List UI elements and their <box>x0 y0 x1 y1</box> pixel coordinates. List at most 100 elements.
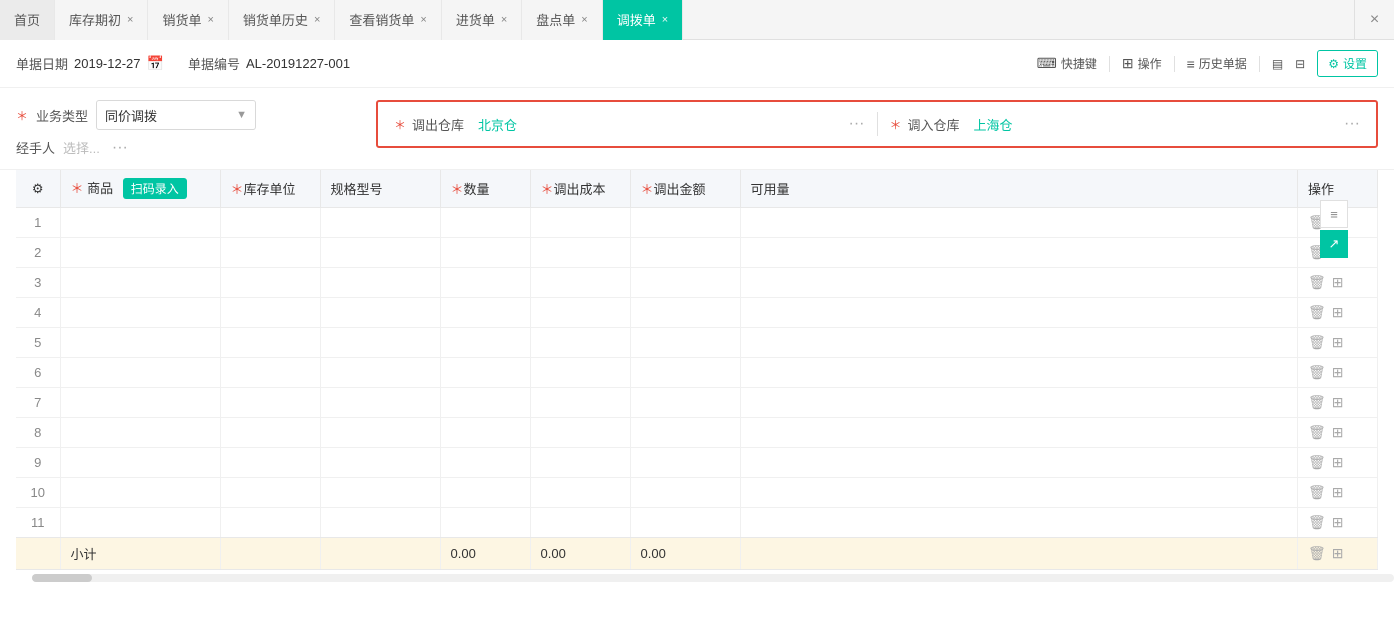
row-spec-4[interactable] <box>320 298 440 328</box>
row-copy-btn-3[interactable]: ⊞ <box>1332 274 1344 291</box>
tab-close-purchase-order[interactable]: × <box>501 14 507 26</box>
row-cost-5[interactable] <box>530 328 630 358</box>
row-product-6[interactable] <box>60 358 220 388</box>
row-qty-4[interactable] <box>440 298 530 328</box>
row-available-3[interactable] <box>740 268 1298 298</box>
tab-inventory-init[interactable]: 库存期初 × <box>55 0 148 40</box>
row-available-2[interactable] <box>740 238 1298 268</box>
shortcut-btn[interactable]: ⌨ 快捷键 <box>1037 55 1097 72</box>
tab-view-sales[interactable]: 查看销货单 × <box>335 0 441 40</box>
row-cost-8[interactable] <box>530 418 630 448</box>
gear-icon[interactable]: ⚙ <box>26 181 50 197</box>
row-cost-3[interactable] <box>530 268 630 298</box>
row-available-8[interactable] <box>740 418 1298 448</box>
row-amount-10[interactable] <box>630 478 740 508</box>
row-spec-7[interactable] <box>320 388 440 418</box>
scroll-track[interactable] <box>16 574 1378 582</box>
row-unit-1[interactable] <box>220 208 320 238</box>
row-qty-11[interactable] <box>440 508 530 538</box>
row-spec-9[interactable] <box>320 448 440 478</box>
layout-btn-2[interactable]: ⊟ <box>1295 57 1305 71</box>
tab-close-inventory-check[interactable]: × <box>581 14 587 26</box>
window-close-button[interactable]: × <box>1354 0 1394 40</box>
row-unit-9[interactable] <box>220 448 320 478</box>
row-qty-9[interactable] <box>440 448 530 478</box>
row-product-3[interactable] <box>60 268 220 298</box>
row-spec-3[interactable] <box>320 268 440 298</box>
row-spec-11[interactable] <box>320 508 440 538</box>
calendar-icon[interactable]: 📅 <box>147 55 164 72</box>
row-amount-9[interactable] <box>630 448 740 478</box>
row-unit-8[interactable] <box>220 418 320 448</box>
row-amount-7[interactable] <box>630 388 740 418</box>
subtotal-copy-btn[interactable]: ⊞ <box>1332 545 1344 562</box>
row-spec-6[interactable] <box>320 358 440 388</box>
row-copy-btn-8[interactable]: ⊞ <box>1332 424 1344 441</box>
row-qty-2[interactable] <box>440 238 530 268</box>
row-spec-2[interactable] <box>320 238 440 268</box>
row-spec-1[interactable] <box>320 208 440 238</box>
tab-home[interactable]: 首页 <box>0 0 55 40</box>
layout-btn-1[interactable]: ▤ <box>1272 57 1283 71</box>
row-amount-8[interactable] <box>630 418 740 448</box>
row-unit-7[interactable] <box>220 388 320 418</box>
person-input[interactable]: 选择... <box>63 138 100 157</box>
tab-purchase-order[interactable]: 进货单 × <box>442 0 522 40</box>
row-cost-6[interactable] <box>530 358 630 388</box>
row-available-1[interactable] <box>740 208 1298 238</box>
row-product-9[interactable] <box>60 448 220 478</box>
row-unit-11[interactable] <box>220 508 320 538</box>
row-cost-11[interactable] <box>530 508 630 538</box>
row-available-4[interactable] <box>740 298 1298 328</box>
tab-sales-order[interactable]: 销货单 × <box>148 0 228 40</box>
row-delete-btn-3[interactable]: 🗑 <box>1308 274 1326 291</box>
row-copy-btn-11[interactable]: ⊞ <box>1332 514 1344 531</box>
row-delete-btn-10[interactable]: 🗑 <box>1308 484 1326 501</box>
row-amount-11[interactable] <box>630 508 740 538</box>
row-amount-3[interactable] <box>630 268 740 298</box>
tab-close-sales-history[interactable]: × <box>314 14 320 26</box>
row-product-1[interactable] <box>60 208 220 238</box>
row-qty-7[interactable] <box>440 388 530 418</box>
row-available-11[interactable] <box>740 508 1298 538</box>
settings-button[interactable]: ⚙ 设置 <box>1317 50 1378 77</box>
row-available-5[interactable] <box>740 328 1298 358</box>
row-spec-5[interactable] <box>320 328 440 358</box>
row-qty-1[interactable] <box>440 208 530 238</box>
row-amount-6[interactable] <box>630 358 740 388</box>
row-product-7[interactable] <box>60 388 220 418</box>
row-amount-5[interactable] <box>630 328 740 358</box>
row-copy-btn-5[interactable]: ⊞ <box>1332 334 1344 351</box>
history-btn[interactable]: ≡ 历史单据 <box>1187 55 1247 72</box>
row-unit-5[interactable] <box>220 328 320 358</box>
row-copy-btn-10[interactable]: ⊞ <box>1332 484 1344 501</box>
row-available-6[interactable] <box>740 358 1298 388</box>
row-copy-btn-9[interactable]: ⊞ <box>1332 454 1344 471</box>
row-available-9[interactable] <box>740 448 1298 478</box>
row-spec-10[interactable] <box>320 478 440 508</box>
wh-in-value[interactable]: 上海仓 <box>974 115 1013 134</box>
row-product-11[interactable] <box>60 508 220 538</box>
row-delete-btn-9[interactable]: 🗑 <box>1308 454 1326 471</box>
row-delete-btn-5[interactable]: 🗑 <box>1308 334 1326 351</box>
row-qty-8[interactable] <box>440 418 530 448</box>
row-unit-2[interactable] <box>220 238 320 268</box>
row-cost-10[interactable] <box>530 478 630 508</box>
tab-inventory-check[interactable]: 盘点单 × <box>522 0 602 40</box>
row-cost-4[interactable] <box>530 298 630 328</box>
operation-btn[interactable]: ⊞ 操作 <box>1122 55 1162 72</box>
tab-close-transfer-order[interactable]: × <box>662 14 668 26</box>
row-amount-4[interactable] <box>630 298 740 328</box>
row-unit-6[interactable] <box>220 358 320 388</box>
row-spec-8[interactable] <box>320 418 440 448</box>
row-qty-5[interactable] <box>440 328 530 358</box>
row-qty-10[interactable] <box>440 478 530 508</box>
row-copy-btn-7[interactable]: ⊞ <box>1332 394 1344 411</box>
row-delete-btn-11[interactable]: 🗑 <box>1308 514 1326 531</box>
tab-close-sales-order[interactable]: × <box>207 14 213 26</box>
row-delete-btn-6[interactable]: 🗑 <box>1308 364 1326 381</box>
row-product-4[interactable] <box>60 298 220 328</box>
row-delete-btn-8[interactable]: 🗑 <box>1308 424 1326 441</box>
row-cost-7[interactable] <box>530 388 630 418</box>
tab-close-view-sales[interactable]: × <box>420 14 426 26</box>
